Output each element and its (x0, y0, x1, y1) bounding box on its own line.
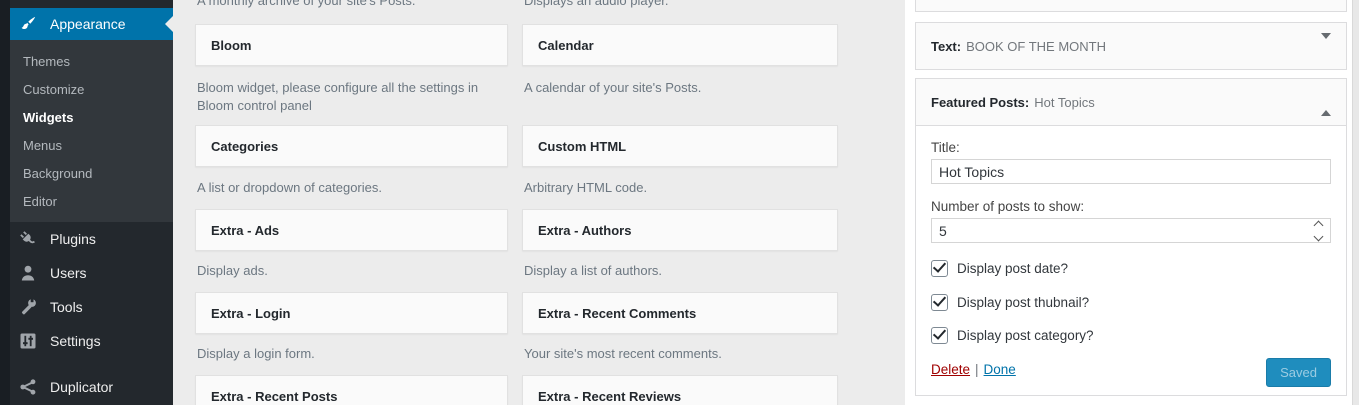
checkbox-label: Display post date? (957, 261, 1069, 276)
posts-count-value: 5 (939, 222, 947, 239)
sidebar-item-editor[interactable]: Editor (10, 188, 173, 216)
widget-description: Arbitrary HTML code. (524, 180, 648, 195)
sidebar-item-tools[interactable]: Tools (10, 290, 173, 324)
duplicator-share-icon (18, 377, 38, 397)
sidebar-item-menus[interactable]: Menus (10, 132, 173, 160)
widget-card-categories[interactable]: Categories (195, 125, 508, 167)
sidebar-item-settings[interactable]: Settings (10, 324, 173, 358)
widget-card-extra-login[interactable]: Extra - Login (195, 292, 508, 334)
widget-description: A monthly archive of your site's Posts. (197, 0, 416, 8)
posts-count-label: Number of posts to show: (931, 199, 1085, 214)
sidebar-item-customize[interactable]: Customize (10, 76, 173, 104)
sidebar-widget-area-panel: Text: BOOK OF THE MONTH Featured Posts: … (905, 0, 1352, 405)
widget-description: A list or dropdown of categories. (197, 180, 382, 195)
widgets-column-right: Displays an audio player. Calendar A cal… (522, 0, 838, 405)
sidebar-item-duplicator[interactable]: Duplicator (10, 370, 173, 404)
users-person-icon (18, 263, 38, 283)
widget-card-extra-recent-comments[interactable]: Extra - Recent Comments (522, 292, 838, 334)
delete-link[interactable]: Delete (931, 362, 970, 377)
number-stepper-icon[interactable] (1313, 220, 1324, 242)
widget-description: A calendar of your site's Posts. (524, 80, 702, 95)
widget-box-cut-off[interactable] (915, 0, 1347, 12)
sidebar-item-label: Users (50, 265, 87, 281)
chevron-down-icon[interactable] (1321, 32, 1331, 54)
sidebar-item-plugins[interactable]: Plugins (10, 222, 173, 256)
tools-wrench-icon (18, 297, 38, 317)
appearance-submenu: Themes Customize Widgets Menus Backgroun… (10, 40, 173, 222)
title-field-label: Title: (931, 140, 960, 155)
sidebar-item-label: Tools (50, 299, 83, 315)
widget-description: Your site's most recent comments. (524, 346, 722, 361)
sidebar-item-label: Plugins (50, 231, 96, 247)
wordpress-admin-widgets-screen: Appearance Themes Customize Widgets Menu… (0, 0, 1359, 405)
checkbox-icon[interactable] (931, 327, 948, 344)
sidebar-item-widgets[interactable]: Widgets (10, 104, 173, 132)
sidebar-item-appearance[interactable]: Appearance (10, 8, 173, 40)
sidebar-item-label: Appearance (50, 16, 126, 32)
current-menu-arrow (165, 16, 173, 32)
sidebar-item-label: Settings (50, 333, 101, 349)
widget-box-text: Text: BOOK OF THE MONTH (915, 22, 1347, 70)
checkbox-display-post-thumbnail[interactable]: Display post thubnail? (931, 294, 1089, 311)
checkbox-display-post-category[interactable]: Display post category? (931, 327, 1094, 344)
widget-card-extra-recent-reviews[interactable]: Extra - Recent Reviews (522, 375, 838, 405)
posts-count-input[interactable]: 5 (931, 218, 1331, 243)
available-widgets-area: A monthly archive of your site's Posts. … (173, 0, 905, 405)
chevron-up-icon[interactable] (1321, 94, 1331, 116)
widget-type-label: Text: (931, 38, 962, 54)
widget-instance-title: BOOK OF THE MONTH (966, 38, 1106, 54)
plugins-plug-icon (18, 229, 38, 249)
sidebar-item-users[interactable]: Users (10, 256, 173, 290)
saved-button[interactable]: Saved (1266, 358, 1331, 387)
settings-sliders-icon (18, 331, 38, 351)
widget-card-extra-authors[interactable]: Extra - Authors (522, 209, 838, 251)
widget-description: Display ads. (197, 263, 268, 278)
link-separator: | (975, 362, 979, 377)
widget-description: Display a list of authors. (524, 263, 663, 278)
widget-box-featured-posts: Featured Posts: Hot Topics Title: Number… (915, 78, 1347, 396)
widget-type-label: Featured Posts: (931, 94, 1030, 110)
appearance-brush-icon (19, 15, 37, 33)
widget-card-custom-html[interactable]: Custom HTML (522, 125, 838, 167)
sidebar-item-label: Duplicator (50, 379, 114, 395)
widgets-column-left: A monthly archive of your site's Posts. … (195, 0, 508, 405)
sidebar-edge (0, 0, 10, 405)
widget-actions: Delete | Done (931, 362, 1016, 377)
checkbox-label: Display post thubnail? (957, 295, 1090, 310)
widget-card-bloom[interactable]: Bloom (195, 24, 508, 66)
checkbox-display-post-date[interactable]: Display post date? (931, 260, 1068, 277)
widget-card-extra-recent-posts[interactable]: Extra - Recent Posts (195, 375, 508, 405)
sidebar-item-background[interactable]: Background (10, 160, 173, 188)
widget-description: Bloom widget, please configure all the s… (197, 80, 479, 113)
admin-menu: Plugins Users Tools Settings Duplicator (10, 222, 173, 404)
done-link[interactable]: Done (984, 362, 1016, 377)
sidebar-item-themes[interactable]: Themes (10, 48, 173, 76)
widget-header-featured-posts[interactable]: Featured Posts: Hot Topics (916, 79, 1346, 126)
widget-description: Display a login form. (197, 346, 315, 361)
checkbox-icon[interactable] (931, 260, 948, 277)
checkbox-label: Display post category? (957, 328, 1094, 343)
widget-description: Displays an audio player. (524, 0, 669, 8)
widget-card-calendar[interactable]: Calendar (522, 24, 838, 66)
widget-header-text[interactable]: Text: BOOK OF THE MONTH (916, 23, 1346, 69)
scrollbar-track[interactable] (1352, 0, 1359, 405)
widget-instance-title: Hot Topics (1034, 94, 1095, 110)
admin-sidebar: Appearance Themes Customize Widgets Menu… (0, 0, 173, 405)
title-input[interactable] (931, 159, 1331, 184)
widget-card-extra-ads[interactable]: Extra - Ads (195, 209, 508, 251)
checkbox-icon[interactable] (931, 294, 948, 311)
